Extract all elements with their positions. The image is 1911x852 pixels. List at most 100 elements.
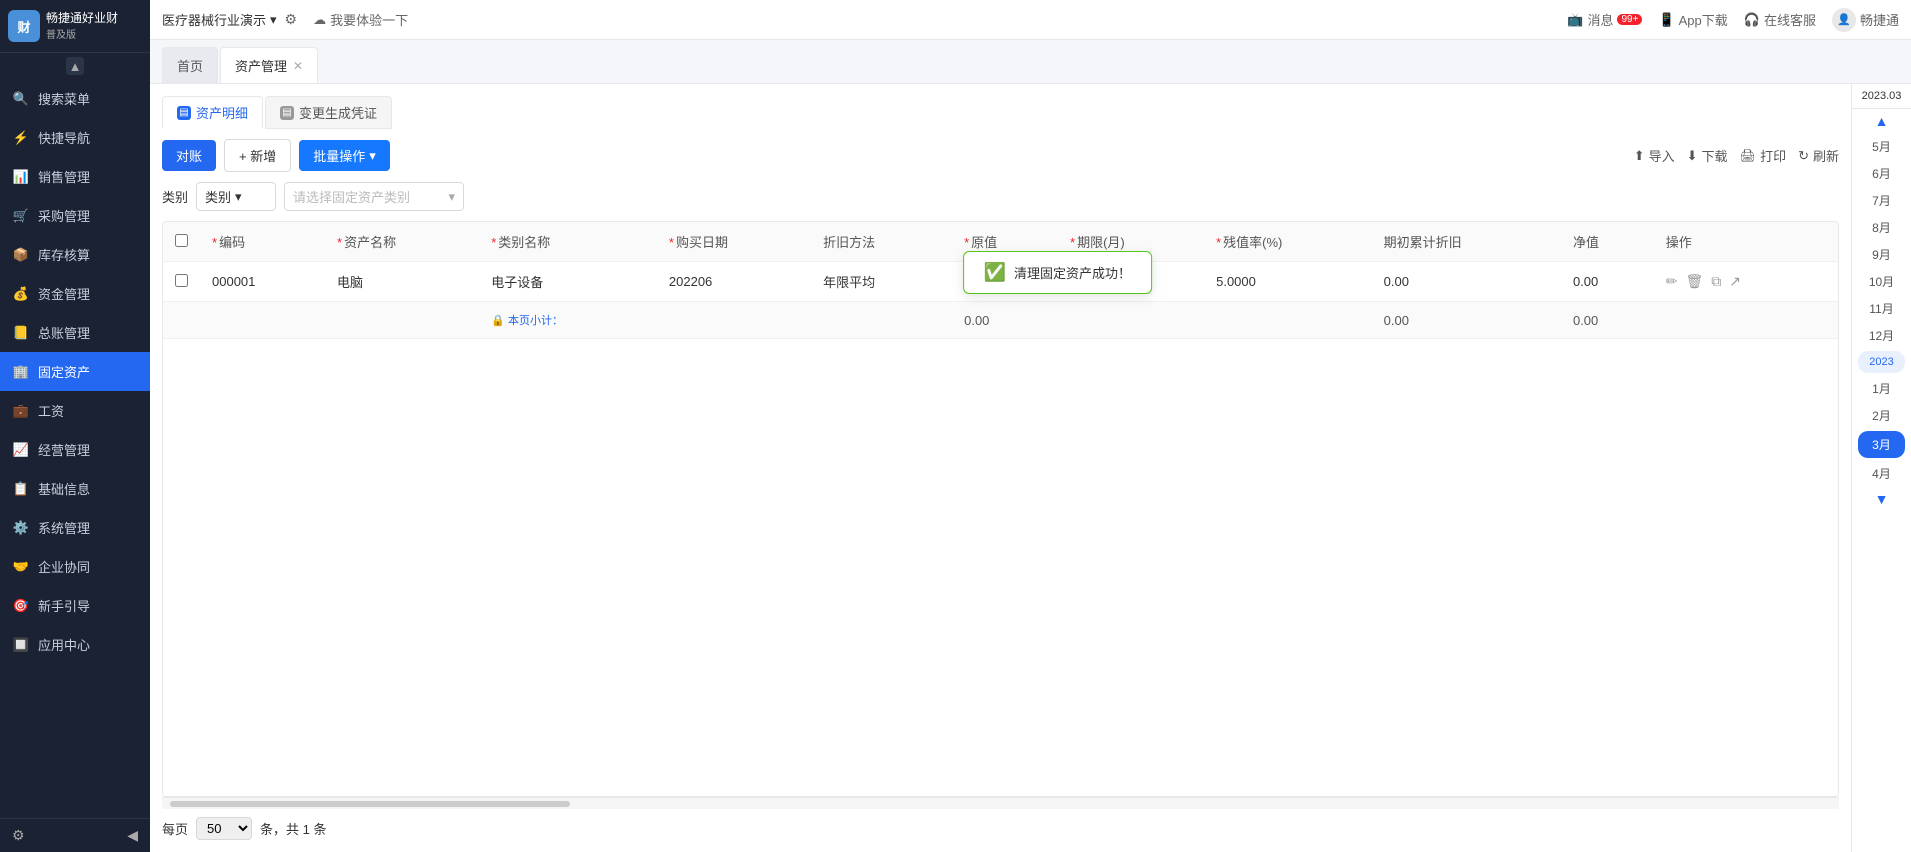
sidebar-scroll-up[interactable]: ▲: [66, 57, 84, 75]
edit-icon-0[interactable]: ✏: [1666, 273, 1678, 290]
copy-icon-0[interactable]: ⧉: [1711, 273, 1721, 290]
topbar-right: 📺 消息 99+ 📱 App下载 🎧 在线客服 👤 畅捷通: [1567, 8, 1899, 32]
page-size-select[interactable]: 50 100 200: [196, 817, 252, 840]
sidebar-item-inventory[interactable]: 📦库存核算: [0, 235, 150, 274]
sidebar-item-enterprise[interactable]: 🤝企业协同: [0, 547, 150, 586]
batch-ops-button[interactable]: 批量操作 ▾: [299, 140, 390, 171]
operations-icon: 📈: [12, 441, 30, 459]
cal-month-5[interactable]: 5月: [1852, 133, 1911, 160]
refresh-btn[interactable]: ↻ 刷新: [1798, 146, 1839, 165]
cal-month-11[interactable]: 11月: [1852, 295, 1911, 322]
support-icon: 🎧: [1744, 12, 1760, 28]
subtab-asset-detail[interactable]: ▤ 资产明细: [162, 96, 263, 129]
enterprise-icon: 🤝: [12, 558, 30, 576]
sidebar-item-basic-info[interactable]: 📋基础信息: [0, 469, 150, 508]
notification-btn[interactable]: 📺 消息 99+: [1567, 10, 1642, 29]
sidebar-item-guide[interactable]: 🎯新手引导: [0, 586, 150, 625]
subtotal-label: 🔒 本页小计：: [491, 315, 563, 327]
fixed-assets-icon: 🏢: [12, 363, 30, 381]
filter-category-input[interactable]: 请选择固定资产类别 ▾: [284, 182, 464, 211]
subtab-asset-detail-icon: ▤: [177, 106, 191, 120]
tab-home-label: 首页: [177, 56, 203, 75]
tab-home[interactable]: 首页: [162, 47, 218, 83]
delete-icon-0[interactable]: 🗑: [1685, 273, 1703, 290]
subtotal-row: 🔒 本页小计： 0.00 0.00 0.00: [163, 302, 1838, 339]
filter-category-select[interactable]: 类别 ▾: [196, 182, 276, 211]
print-btn[interactable]: 🖨 打印: [1740, 146, 1787, 165]
import-icon: ⬆: [1634, 148, 1645, 164]
filter-bar: 类别 类别 ▾ 请选择固定资产类别 ▾: [162, 182, 1839, 211]
tab-close-icon[interactable]: ✕: [293, 59, 303, 73]
collapse-icon[interactable]: ◀: [127, 827, 138, 844]
select-all-checkbox[interactable]: [175, 234, 188, 247]
sidebar-item-apps[interactable]: 🔲应用中心: [0, 625, 150, 664]
sidebar-header: 财 畅捷通好业财 普及版: [0, 0, 150, 53]
calendar-header: 2023.03: [1852, 84, 1911, 109]
tab-bar: 首页 资产管理 ✕: [150, 40, 1911, 84]
sales-icon: 📊: [12, 168, 30, 186]
col-depreciation-method: 折旧方法: [811, 222, 952, 262]
cal-month-10[interactable]: 10月: [1852, 268, 1911, 295]
settings-icon[interactable]: ⚙: [12, 827, 25, 844]
content-main: ▤ 资产明细 ▤ 变更生成凭证 对账 + 新增 批量操作 ▾ ⬆: [150, 84, 1851, 852]
cell-name-0: 电脑: [325, 262, 479, 302]
cell-code-0: 000001: [200, 262, 325, 302]
main-area: 医疗器械行业演示 ▾ ⚙ ☁ 我要体验一下 📺 消息 99+ 📱 App下载 🎧…: [150, 0, 1911, 852]
cal-month-9[interactable]: 9月: [1852, 241, 1911, 268]
sidebar-item-purchase[interactable]: 🛒采购管理: [0, 196, 150, 235]
app-download-btn[interactable]: 📱 App下载: [1658, 10, 1727, 29]
experience-btn[interactable]: ☁ 我要体验一下: [313, 10, 408, 29]
sidebar-item-fixed-assets[interactable]: 🏢固定资产: [0, 352, 150, 391]
import-btn[interactable]: ⬆ 导入: [1634, 146, 1675, 165]
download-btn[interactable]: ⬇ 下载: [1687, 146, 1728, 165]
cal-month-12[interactable]: 12月: [1852, 322, 1911, 349]
sidebar-item-operations[interactable]: 📈经营管理: [0, 430, 150, 469]
horizontal-scrollbar[interactable]: [162, 797, 1839, 809]
app-edition: 普及版: [46, 26, 118, 41]
sidebar-item-funds[interactable]: 💰资金管理: [0, 274, 150, 313]
user-menu[interactable]: 👤 畅捷通: [1832, 8, 1899, 32]
cal-month-4[interactable]: 4月: [1852, 460, 1911, 487]
sidebar-item-sales[interactable]: 📊销售管理: [0, 157, 150, 196]
cal-month-6[interactable]: 6月: [1852, 160, 1911, 187]
user-avatar: 👤: [1832, 8, 1856, 32]
batch-ops-label: 批量操作: [313, 146, 365, 165]
cal-month-7[interactable]: 7月: [1852, 187, 1911, 214]
cal-month-1[interactable]: 1月: [1852, 375, 1911, 402]
calendar-panel: 2023.03 ▲ 5月 6月 7月 8月 9月 10月 11月 12月 202…: [1851, 84, 1911, 852]
reconcile-button[interactable]: 对账: [162, 140, 216, 171]
sidebar-item-system[interactable]: ⚙️系统管理: [0, 508, 150, 547]
tab-asset-mgmt-label: 资产管理: [235, 56, 287, 75]
toolbar: 对账 + 新增 批量操作 ▾ ⬆ 导入 ⬇ 下载 🖨: [162, 139, 1839, 172]
system-icon: ⚙️: [12, 519, 30, 537]
sidebar-item-search[interactable]: 🔍搜索菜单: [0, 79, 150, 118]
cal-month-2[interactable]: 2月: [1852, 402, 1911, 429]
calendar-up-btn[interactable]: ▲: [1871, 109, 1893, 133]
new-button[interactable]: + 新增: [224, 139, 291, 172]
cal-year-label: 2023: [1858, 351, 1905, 373]
col-code: *编码: [200, 222, 325, 262]
batch-ops-dropdown-icon: ▾: [369, 148, 376, 164]
sidebar-item-quick-nav[interactable]: ⚡快捷导航: [0, 118, 150, 157]
col-initial-depreciation: 期初累计折旧: [1372, 222, 1561, 262]
basic-info-icon: 📋: [12, 480, 30, 498]
online-support-btn[interactable]: 🎧 在线客服: [1744, 10, 1816, 29]
cell-purchase-date-0: 202206: [657, 262, 811, 302]
quick-nav-icon: ⚡: [12, 129, 30, 147]
notification-icon: 📺: [1567, 12, 1583, 28]
scrollbar-thumb[interactable]: [170, 801, 570, 807]
sidebar-item-ledger[interactable]: 📒总账管理: [0, 313, 150, 352]
settings-gear-icon[interactable]: ⚙: [285, 11, 298, 28]
download-icon: 📱: [1658, 12, 1674, 28]
print-icon: 🖨: [1740, 148, 1757, 164]
tab-asset-mgmt[interactable]: 资产管理 ✕: [220, 47, 318, 83]
company-selector[interactable]: 医疗器械行业演示 ▾: [162, 10, 277, 29]
calendar-down-btn[interactable]: ▼: [1871, 487, 1893, 511]
cal-month-8[interactable]: 8月: [1852, 214, 1911, 241]
sidebar-item-payroll[interactable]: 💼工资: [0, 391, 150, 430]
filter-category-arrow: ▾: [235, 189, 242, 205]
subtab-change-voucher[interactable]: ▤ 变更生成凭证: [265, 96, 392, 129]
row-checkbox-0[interactable]: [175, 274, 188, 287]
cal-month-3-active[interactable]: 3月: [1858, 431, 1905, 458]
more-icon-0[interactable]: ↗: [1729, 273, 1741, 290]
